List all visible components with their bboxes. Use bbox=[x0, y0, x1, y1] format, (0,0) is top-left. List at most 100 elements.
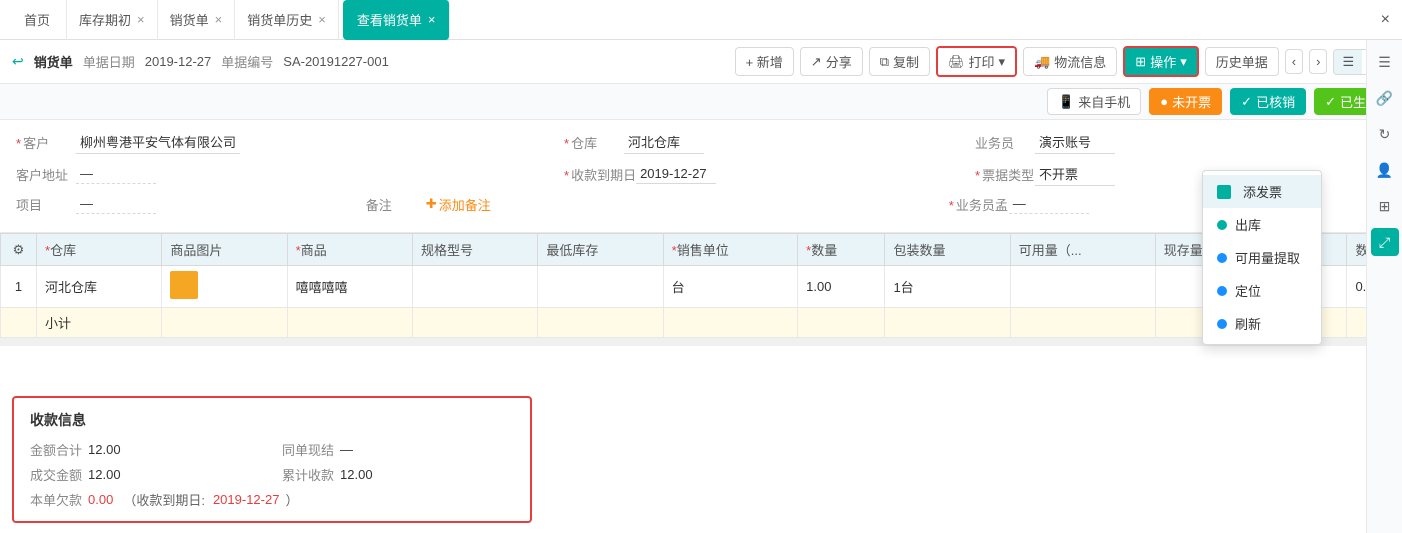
refresh-icon bbox=[1217, 319, 1227, 329]
transaction-row: 成交金额 12.00 bbox=[30, 465, 262, 484]
logistics-button[interactable]: 🚚 物流信息 bbox=[1023, 47, 1117, 76]
due-date-value[interactable]: 2019-12-27 bbox=[636, 164, 716, 184]
dropdown-item-locate[interactable]: 定位 bbox=[1203, 274, 1321, 307]
dropdown-item-available[interactable]: 可用量提取 bbox=[1203, 241, 1321, 274]
subtotal-c8 bbox=[798, 308, 885, 338]
tab-history-label: 销货单历史 bbox=[247, 10, 312, 29]
row-product: 嘻嘻嘻嘻 bbox=[287, 266, 412, 308]
share-button[interactable]: ↗ 分享 bbox=[800, 47, 863, 76]
table-row: 1 河北仓库 嘻嘻嘻嘻 台 1.00 1台 12.00 0. bbox=[1, 266, 1402, 308]
tab-inventory[interactable]: 库存期初 × bbox=[67, 0, 158, 40]
date-value: 2019-12-27 bbox=[145, 54, 212, 69]
caozuo-button[interactable]: ⊞ 操作 ▾ bbox=[1123, 46, 1198, 77]
share-icon: ↗ bbox=[811, 54, 822, 70]
subtotal-label-text: 小计 bbox=[37, 308, 162, 338]
close-sales-icon[interactable]: × bbox=[215, 12, 223, 27]
note-label: 备注 bbox=[366, 195, 426, 214]
not-opened-button[interactable]: ● 未开票 bbox=[1149, 88, 1222, 115]
toolbar-left: ↩ 销货单 单据日期 2019-12-27 单据编号 SA-20191227-0… bbox=[12, 52, 727, 71]
tab-home-label: 首页 bbox=[24, 10, 50, 29]
window-close-icon[interactable]: × bbox=[1381, 11, 1390, 29]
chuku-icon bbox=[1217, 220, 1227, 230]
customer-value[interactable]: 柳州粤港平安气体有限公司 bbox=[76, 130, 240, 154]
cumulative-label: 累计收款 bbox=[282, 465, 334, 484]
dropdown-item-refresh[interactable]: 刷新 bbox=[1203, 307, 1321, 340]
tab-bar: 首页 库存期初 × 销货单 × 销货单历史 × 查看销货单 × × bbox=[0, 0, 1402, 40]
nav-next-button[interactable]: › bbox=[1309, 49, 1327, 74]
doc-icon: ↩ bbox=[12, 53, 24, 70]
history-button[interactable]: 历史单据 bbox=[1205, 47, 1279, 76]
address-label: 客户地址 bbox=[16, 165, 76, 184]
number-value: SA-20191227-001 bbox=[283, 54, 389, 69]
address-field: 客户地址 — bbox=[16, 164, 564, 184]
required-star4: * bbox=[806, 243, 811, 258]
required-star2: * bbox=[296, 243, 301, 258]
subtotal-row: 小计 bbox=[1, 308, 1402, 338]
close-view-sales-icon[interactable]: × bbox=[428, 12, 436, 27]
nav-prev-button[interactable]: ‹ bbox=[1285, 49, 1303, 74]
right-sidebar: ☰ 🔗 ↻ 👤 ⊞ ⤢ bbox=[1366, 40, 1402, 533]
view-list-button[interactable]: ☰ bbox=[1334, 50, 1362, 74]
dropdown-item-chuku[interactable]: 出库 bbox=[1203, 208, 1321, 241]
row-qty: 1.00 bbox=[798, 266, 885, 308]
sidebar-link-icon[interactable]: 🔗 bbox=[1371, 84, 1399, 112]
print-button[interactable]: 🖨 打印 ▾ bbox=[936, 46, 1017, 77]
ticket-label: 票据类型 bbox=[975, 165, 1035, 184]
ticket-icon: ● bbox=[1160, 94, 1168, 109]
subtotal-c6 bbox=[538, 308, 663, 338]
close-inventory-icon[interactable]: × bbox=[137, 12, 145, 27]
tab-view-sales[interactable]: 查看销货单 × bbox=[343, 0, 451, 40]
amount-total-value: 12.00 bbox=[88, 442, 121, 457]
warehouse-field: 仓库 河北仓库 bbox=[564, 130, 975, 154]
project-value[interactable]: — bbox=[76, 194, 156, 214]
subtotal-c7 bbox=[663, 308, 798, 338]
close-history-icon[interactable]: × bbox=[318, 12, 326, 27]
project-label: 项目 bbox=[16, 195, 76, 214]
form-row-3: 项目 — 备注 ✚ 添加备注 业务员孟 — bbox=[16, 194, 1386, 214]
date-label: 单据日期 bbox=[83, 52, 135, 71]
dropdown-item-addfapiao[interactable]: 添发票 bbox=[1203, 175, 1321, 208]
effective-icon: ✓ bbox=[1325, 94, 1336, 110]
outstanding-value: 0.00 bbox=[88, 492, 113, 507]
sidebar-expand-icon[interactable]: ⤢ bbox=[1371, 228, 1399, 256]
number-label: 单据编号 bbox=[221, 52, 273, 71]
warehouse-label: 仓库 bbox=[564, 133, 624, 152]
tab-sales-history[interactable]: 销货单历史 × bbox=[235, 0, 339, 40]
payment-info-box: 收款信息 金额合计 12.00 同单现结 — 成交金额 12.00 累计收款 1… bbox=[12, 396, 532, 523]
sidebar-person-icon[interactable]: 👤 bbox=[1371, 156, 1399, 184]
available-icon bbox=[1217, 253, 1227, 263]
from-phone-button[interactable]: 📱 来自手机 bbox=[1047, 88, 1141, 115]
col-product-header: *商品 bbox=[287, 234, 412, 266]
sub-toolbar: 📱 来自手机 ● 未开票 ✓ 已核销 ✓ 已生效 bbox=[0, 84, 1402, 120]
required-star: * bbox=[45, 243, 50, 258]
col-gear: ⚙ bbox=[1, 234, 37, 266]
print-icon: 🖨 bbox=[948, 54, 965, 70]
subtotal-label bbox=[1, 308, 37, 338]
transaction-value: 12.00 bbox=[88, 467, 121, 482]
sidebar-list-icon[interactable]: ☰ bbox=[1371, 48, 1399, 76]
horizontal-scrollbar[interactable] bbox=[0, 338, 1402, 346]
sidebar-sync-icon[interactable]: ↻ bbox=[1371, 120, 1399, 148]
sidebar-grid-icon[interactable]: ⊞ bbox=[1371, 192, 1399, 220]
caozuo-dropdown-icon: ▾ bbox=[1180, 54, 1187, 70]
ticket-value[interactable]: 不开票 bbox=[1035, 162, 1115, 186]
col-packqty-header: 包装数量 bbox=[885, 234, 1010, 266]
warehouse-value[interactable]: 河北仓库 bbox=[624, 130, 704, 154]
staff-value[interactable]: 演示账号 bbox=[1035, 130, 1115, 154]
subtotal-c10 bbox=[1010, 308, 1155, 338]
verified-button[interactable]: ✓ 已核销 bbox=[1230, 88, 1306, 115]
address-value[interactable]: — bbox=[76, 164, 156, 184]
copy-button[interactable]: ⧉ 复制 bbox=[869, 47, 930, 76]
tab-sales[interactable]: 销货单 × bbox=[158, 0, 236, 40]
tab-home[interactable]: 首页 bbox=[8, 0, 67, 40]
add-note-button[interactable]: ✚ 添加备注 bbox=[426, 195, 491, 214]
col-image-header: 商品图片 bbox=[162, 234, 287, 266]
project-field: 项目 — bbox=[16, 194, 366, 214]
check-icon: ✓ bbox=[1241, 94, 1252, 110]
payment-info-title: 收款信息 bbox=[30, 410, 514, 430]
form-row-1: 客户 柳州粤港平安气体有限公司 仓库 河北仓库 业务员 演示账号 bbox=[16, 130, 1386, 154]
outstanding-end: ） bbox=[285, 490, 298, 509]
salesman-value[interactable]: — bbox=[1009, 194, 1089, 214]
row-minstock bbox=[538, 266, 663, 308]
add-button[interactable]: + 新增 bbox=[735, 47, 794, 76]
